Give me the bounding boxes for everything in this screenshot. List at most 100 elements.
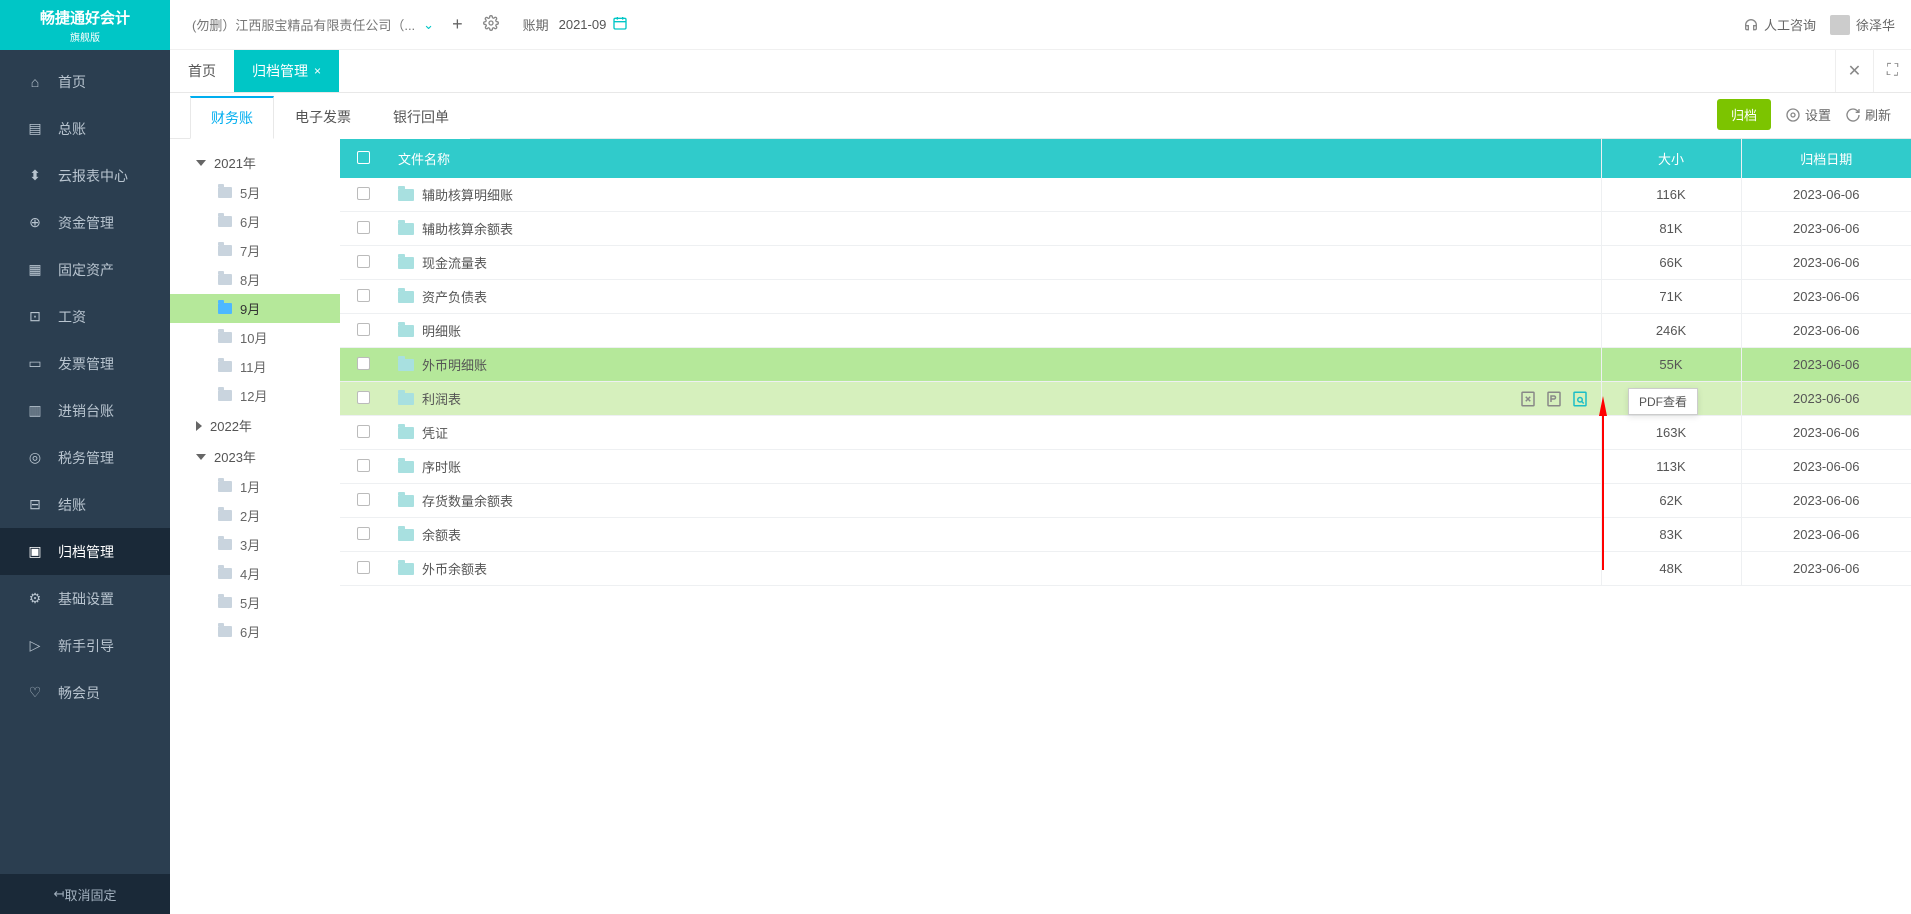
row-checkbox[interactable] bbox=[357, 459, 370, 472]
row-checkbox[interactable] bbox=[357, 187, 370, 200]
tree-month[interactable]: 9月 bbox=[170, 294, 340, 323]
company-dropdown-icon[interactable]: ⌄ bbox=[423, 17, 434, 33]
table-row[interactable]: 外币明细账 55K 2023-06-06 bbox=[340, 348, 1911, 382]
user-menu[interactable]: 徐泽华 bbox=[1830, 15, 1895, 35]
fullscreen-button[interactable]: ⛶ bbox=[1873, 50, 1911, 92]
company-settings-icon[interactable] bbox=[483, 15, 499, 34]
folder-icon bbox=[218, 597, 232, 608]
table-row[interactable]: 外币余额表 48K 2023-06-06 bbox=[340, 552, 1911, 586]
refresh-link[interactable]: 刷新 bbox=[1845, 105, 1891, 124]
tree-month[interactable]: 5月 bbox=[170, 588, 340, 617]
tree-month[interactable]: 8月 bbox=[170, 265, 340, 294]
folder-icon bbox=[398, 291, 414, 303]
nav-item-11[interactable]: ⚙基础设置 bbox=[0, 575, 170, 622]
tree-month[interactable]: 4月 bbox=[170, 559, 340, 588]
settings-link[interactable]: 设置 bbox=[1785, 105, 1831, 124]
row-checkbox[interactable] bbox=[357, 425, 370, 438]
tree-year-1[interactable]: 2022年 bbox=[170, 410, 340, 441]
table-row[interactable]: 明细账 246K 2023-06-06 bbox=[340, 314, 1911, 348]
table-row[interactable]: 资产负债表 71K 2023-06-06 bbox=[340, 280, 1911, 314]
row-checkbox[interactable] bbox=[357, 289, 370, 302]
table-row[interactable]: 辅助核算余额表 81K 2023-06-06 bbox=[340, 212, 1911, 246]
table-row[interactable]: 现金流量表 66K 2023-06-06 bbox=[340, 246, 1911, 280]
nav-item-10[interactable]: ▣归档管理 bbox=[0, 528, 170, 575]
tree-month[interactable]: 7月 bbox=[170, 236, 340, 265]
tab-close-button[interactable]: ✕ bbox=[1835, 50, 1873, 92]
pdf-view-icon[interactable] bbox=[1571, 390, 1589, 408]
tree-month[interactable]: 1月 bbox=[170, 472, 340, 501]
sidebar-unpin[interactable]: ↤ 取消固定 bbox=[0, 874, 170, 914]
tree-month[interactable]: 6月 bbox=[170, 207, 340, 236]
nav-label: 云报表中心 bbox=[58, 166, 128, 186]
tree-month[interactable]: 3月 bbox=[170, 530, 340, 559]
unpin-icon: ↤ bbox=[54, 886, 65, 902]
nav-item-7[interactable]: ▥进销台账 bbox=[0, 387, 170, 434]
company-selector[interactable]: (勿删）江西服宝精品有限责任公司（... bbox=[192, 15, 415, 34]
tree-month[interactable]: 2月 bbox=[170, 501, 340, 530]
table-row[interactable]: 辅助核算明细账 116K 2023-06-06 bbox=[340, 178, 1911, 212]
period-value[interactable]: 2021-09 bbox=[559, 17, 607, 32]
folder-icon bbox=[218, 390, 232, 401]
select-all-checkbox[interactable] bbox=[357, 151, 370, 164]
row-checkbox[interactable] bbox=[357, 493, 370, 506]
row-checkbox[interactable] bbox=[357, 255, 370, 268]
file-name: 序时账 bbox=[422, 457, 461, 476]
brand-logo[interactable]: 畅捷通好会计 旗舰版 bbox=[0, 0, 170, 50]
year-label: 2021年 bbox=[214, 153, 256, 172]
tree-month[interactable]: 11月 bbox=[170, 352, 340, 381]
table-row[interactable]: 余额表 83K 2023-06-06 bbox=[340, 518, 1911, 552]
month-label: 1月 bbox=[240, 477, 260, 496]
consult-button[interactable]: 人工咨询 bbox=[1743, 15, 1816, 34]
tree-month[interactable]: 6月 bbox=[170, 617, 340, 646]
file-name: 辅助核算明细账 bbox=[422, 185, 513, 204]
add-company-button[interactable]: + bbox=[452, 14, 463, 35]
row-checkbox[interactable] bbox=[357, 527, 370, 540]
sub-tab-2[interactable]: 银行回单 bbox=[372, 96, 470, 139]
sidebar-unpin-label: 取消固定 bbox=[64, 885, 116, 904]
nav-label: 归档管理 bbox=[58, 542, 114, 562]
nav-item-3[interactable]: ⊕资金管理 bbox=[0, 199, 170, 246]
nav-item-1[interactable]: ▤总账 bbox=[0, 105, 170, 152]
row-checkbox[interactable] bbox=[357, 561, 370, 574]
nav-item-6[interactable]: ▭发票管理 bbox=[0, 340, 170, 387]
table-row[interactable]: 序时账 113K 2023-06-06 bbox=[340, 450, 1911, 484]
table-row[interactable]: 存货数量余额表 62K 2023-06-06 bbox=[340, 484, 1911, 518]
nav-item-0[interactable]: ⌂首页 bbox=[0, 58, 170, 105]
file-date: 2023-06-06 bbox=[1741, 552, 1911, 586]
tree-month[interactable]: 5月 bbox=[170, 178, 340, 207]
nav-icon: ⬍ bbox=[26, 167, 44, 185]
pdf-export-icon[interactable] bbox=[1545, 390, 1563, 408]
file-date: 2023-06-06 bbox=[1741, 314, 1911, 348]
nav-item-8[interactable]: ◎税务管理 bbox=[0, 434, 170, 481]
avatar-icon bbox=[1830, 15, 1850, 35]
folder-icon bbox=[398, 257, 414, 269]
tree-year-2[interactable]: 2023年 bbox=[170, 441, 340, 472]
main-tab-0[interactable]: 首页 bbox=[170, 50, 234, 92]
nav-item-2[interactable]: ⬍ 云报表中心 bbox=[0, 152, 170, 199]
year-label: 2023年 bbox=[214, 447, 256, 466]
table-row[interactable]: 凭证 163K 2023-06-06 bbox=[340, 416, 1911, 450]
nav-item-13[interactable]: ♡畅会员 bbox=[0, 669, 170, 716]
tab-close-icon[interactable]: × bbox=[314, 64, 321, 78]
tree-month[interactable]: 10月 bbox=[170, 323, 340, 352]
sub-tab-1[interactable]: 电子发票 bbox=[274, 96, 372, 139]
excel-export-icon[interactable] bbox=[1519, 390, 1537, 408]
file-size: 55K bbox=[1601, 348, 1741, 382]
nav-item-4[interactable]: ▦固定资产 bbox=[0, 246, 170, 293]
row-checkbox[interactable] bbox=[357, 357, 370, 370]
nav-item-9[interactable]: ⊟结账 bbox=[0, 481, 170, 528]
nav-item-12[interactable]: ▷新手引导 bbox=[0, 622, 170, 669]
tree-year-0[interactable]: 2021年 bbox=[170, 147, 340, 178]
folder-icon bbox=[398, 393, 414, 405]
row-checkbox[interactable] bbox=[357, 391, 370, 404]
nav-item-5[interactable]: ⊡工资 bbox=[0, 293, 170, 340]
row-checkbox[interactable] bbox=[357, 221, 370, 234]
archive-button[interactable]: 归档 bbox=[1717, 99, 1771, 130]
row-checkbox[interactable] bbox=[357, 323, 370, 336]
sub-tab-0[interactable]: 财务账 bbox=[190, 96, 274, 139]
content: 财务账电子发票银行回单 归档 设置 刷新 2021年5月6月7月8月9月10月1… bbox=[170, 93, 1911, 914]
file-date: 2023-06-06 bbox=[1741, 348, 1911, 382]
main-tab-1[interactable]: 归档管理× bbox=[234, 50, 339, 92]
tree-month[interactable]: 12月 bbox=[170, 381, 340, 410]
calendar-icon[interactable] bbox=[612, 15, 628, 34]
